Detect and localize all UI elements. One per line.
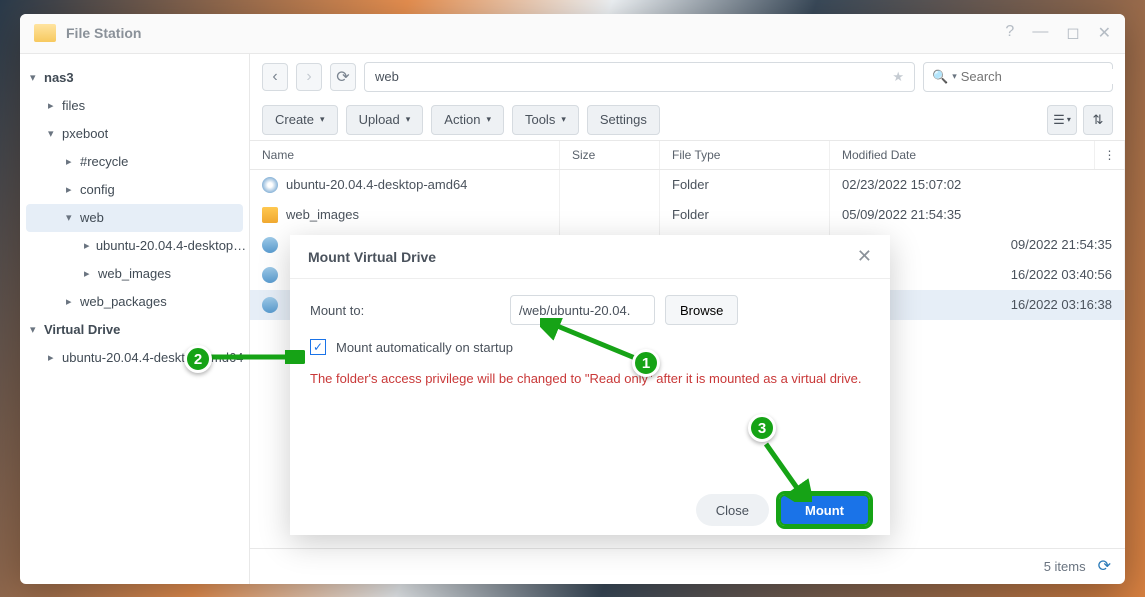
nav-refresh-button[interactable]: ⟳ <box>330 63 356 91</box>
search-box[interactable]: 🔍▾ <box>923 62 1113 92</box>
iso-icon <box>262 297 278 313</box>
iso-icon <box>262 237 278 253</box>
sidebar-root-vd[interactable]: ▾Virtual Drive <box>20 316 249 344</box>
sidebar-item-ubuntu[interactable]: ▸ubuntu-20.04.4-desktop-amd64 <box>20 232 249 260</box>
nav-forward-button[interactable]: › <box>296 63 322 91</box>
list-row[interactable]: web_images Folder 05/09/2022 21:54:35 <box>250 200 1125 230</box>
nav-toolbar: ‹ › ⟳ web★ 🔍▾ <box>250 54 1125 100</box>
refresh-icon[interactable]: ⟳ <box>1098 556 1111 576</box>
minimize-icon[interactable]: — <box>1032 23 1048 43</box>
list-row[interactable]: ubuntu-20.04.4-desktop-amd64 Folder 02/2… <box>250 170 1125 200</box>
col-size[interactable]: Size <box>560 141 660 169</box>
action-button[interactable]: Action▾ <box>431 105 504 135</box>
close-icon[interactable]: ✕ <box>1098 23 1111 43</box>
sidebar: ▾nas3 ▸files ▾pxeboot ▸#recycle ▸config … <box>20 54 250 584</box>
annotation-badge-3: 3 <box>748 414 776 442</box>
annotation-badge-2: 2 <box>184 345 212 373</box>
sidebar-item-recycle[interactable]: ▸#recycle <box>20 148 249 176</box>
auto-mount-label: Mount automatically on startup <box>336 340 513 355</box>
sidebar-item-pxeboot[interactable]: ▾pxeboot <box>20 120 249 148</box>
search-icon: 🔍 <box>932 69 948 85</box>
maximize-icon[interactable]: ◻ <box>1066 23 1079 43</box>
modal-title: Mount Virtual Drive <box>308 249 436 265</box>
create-button[interactable]: Create▾ <box>262 105 338 135</box>
modal-close-icon[interactable]: ✕ <box>857 246 872 267</box>
auto-mount-checkbox[interactable]: ✓ <box>310 339 326 355</box>
favorite-icon[interactable]: ★ <box>892 69 904 85</box>
action-toolbar: Create▾ Upload▾ Action▾ Tools▾ Settings … <box>250 100 1125 140</box>
app-icon <box>34 24 56 42</box>
statusbar: 5 items ⟳ <box>250 548 1125 584</box>
help-icon[interactable]: ? <box>1005 23 1014 43</box>
col-modified[interactable]: Modified Date <box>830 141 1095 169</box>
modal-warning: The folder's access privilege will be ch… <box>310 369 870 389</box>
sidebar-item-web[interactable]: ▾web <box>26 204 243 232</box>
annotation-arrow-3 <box>762 440 812 502</box>
annotation-arrow-1 <box>540 318 640 363</box>
annotation-badge-1: 1 <box>632 349 660 377</box>
annotation-arrow-2 <box>205 350 305 364</box>
view-list-button[interactable]: ☰▾ <box>1047 105 1077 135</box>
folder-icon <box>262 207 278 223</box>
titlebar: File Station ? — ◻ ✕ <box>20 14 1125 54</box>
cancel-button[interactable]: Close <box>696 494 769 526</box>
sidebar-item-webimages[interactable]: ▸web_images <box>20 260 249 288</box>
item-count: 5 items <box>1044 559 1086 574</box>
search-input[interactable] <box>961 69 1125 84</box>
window-title: File Station <box>66 25 141 41</box>
iso-icon <box>262 267 278 283</box>
sidebar-item-files[interactable]: ▸files <box>20 92 249 120</box>
list-header: Name Size File Type Modified Date ⋮ <box>250 140 1125 170</box>
sidebar-root-nas3[interactable]: ▾nas3 <box>20 64 249 92</box>
upload-button[interactable]: Upload▾ <box>346 105 424 135</box>
col-type[interactable]: File Type <box>660 141 830 169</box>
path-input[interactable]: web★ <box>364 62 915 92</box>
col-more-icon[interactable]: ⋮ <box>1095 141 1125 169</box>
tools-button[interactable]: Tools▾ <box>512 105 579 135</box>
mount-to-label: Mount to: <box>310 303 510 318</box>
sidebar-item-config[interactable]: ▸config <box>20 176 249 204</box>
view-sort-button[interactable]: ⇅ <box>1083 105 1113 135</box>
sidebar-item-webpackages[interactable]: ▸web_packages <box>20 288 249 316</box>
settings-button[interactable]: Settings <box>587 105 660 135</box>
cd-icon <box>262 177 278 193</box>
col-name[interactable]: Name <box>250 141 560 169</box>
browse-button[interactable]: Browse <box>665 295 738 325</box>
nav-back-button[interactable]: ‹ <box>262 63 288 91</box>
